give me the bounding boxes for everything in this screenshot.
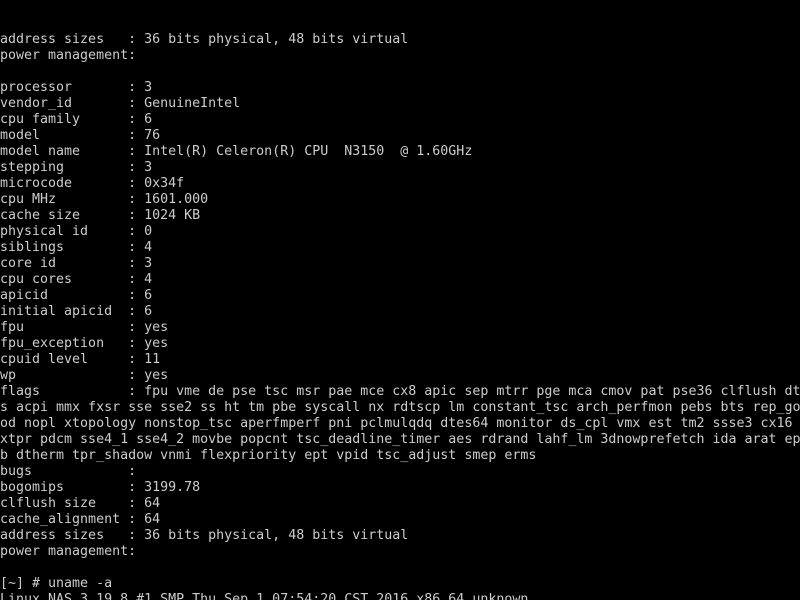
cpuinfo-line-model-name: model name : Intel(R) Celeron(R) CPU N31… <box>0 144 473 159</box>
cpuinfo-line-address-sizes: address sizes : 36 bits physical, 48 bit… <box>0 528 409 543</box>
cpuinfo-line-fpu: fpu : yes <box>0 320 169 335</box>
cpuinfo-line-wp: wp : yes <box>0 368 169 383</box>
cpuinfo-line-flags: flags : fpu vme de pse tsc msr pae mce c… <box>0 384 800 399</box>
cpuinfo-line-microcode: microcode : 0x34f <box>0 176 185 191</box>
cpuinfo-line-cpuid-level: cpuid level : 11 <box>0 352 161 367</box>
cpuinfo-line-flags: b dtherm tpr_shadow vnmi flexpriority ep… <box>0 448 537 463</box>
cpuinfo-line-initial-apicid: initial apicid : 6 <box>0 304 153 319</box>
cpuinfo-line-bogomips: bogomips : 3199.78 <box>0 480 201 495</box>
cpuinfo-line-flags: xtpr pdcm sse4_1 sse4_2 movbe popcnt tsc… <box>0 432 800 447</box>
prompt-line-uname: [~] # uname -a <box>0 576 113 591</box>
cpuinfo-line-processor: processor : 3 <box>0 80 153 95</box>
cpuinfo-line-address-sizes: address sizes : 36 bits physical, 48 bit… <box>0 32 409 47</box>
cpuinfo-line-bugs: bugs : <box>0 464 137 479</box>
cpuinfo-line-physical-id: physical id : 0 <box>0 224 153 239</box>
cpuinfo-line-model: model : 76 <box>0 128 161 143</box>
cpuinfo-line-cache-size: cache size : 1024 KB <box>0 208 201 223</box>
cpuinfo-line-power-management: power management: <box>0 48 137 63</box>
terminal-output: address sizes : 36 bits physical, 48 bit… <box>0 32 800 600</box>
cpuinfo-line-stepping: stepping : 3 <box>0 160 153 175</box>
cpuinfo-line-core-id: core id : 3 <box>0 256 153 271</box>
uname-output-line: Linux NAS 3.19.8 #1 SMP Thu Sep 1 07:54:… <box>0 592 529 600</box>
terminal-screen[interactable]: address sizes : 36 bits physical, 48 bit… <box>0 0 800 600</box>
cpuinfo-line-flags: od nopl xtopology nonstop_tsc aperfmperf… <box>0 416 800 431</box>
cpuinfo-line-fpu-exception: fpu_exception : yes <box>0 336 169 351</box>
cpuinfo-line-flags: s acpi mmx fxsr sse sse2 ss ht tm pbe sy… <box>0 400 800 415</box>
cpuinfo-line-clflush-size: clflush size : 64 <box>0 496 161 511</box>
cpuinfo-line-siblings: siblings : 4 <box>0 240 153 255</box>
cpuinfo-line-cpu-family: cpu family : 6 <box>0 112 153 127</box>
cpuinfo-line-cache-alignment: cache_alignment : 64 <box>0 512 161 527</box>
cpuinfo-line-cpu-mhz: cpu MHz : 1601.000 <box>0 192 209 207</box>
cpuinfo-line-power-management: power management: <box>0 544 137 559</box>
cpuinfo-line-cpu-cores: cpu cores : 4 <box>0 272 153 287</box>
cpuinfo-line-apicid: apicid : 6 <box>0 288 153 303</box>
cpuinfo-line-vendor-id: vendor_id : GenuineIntel <box>0 96 241 111</box>
